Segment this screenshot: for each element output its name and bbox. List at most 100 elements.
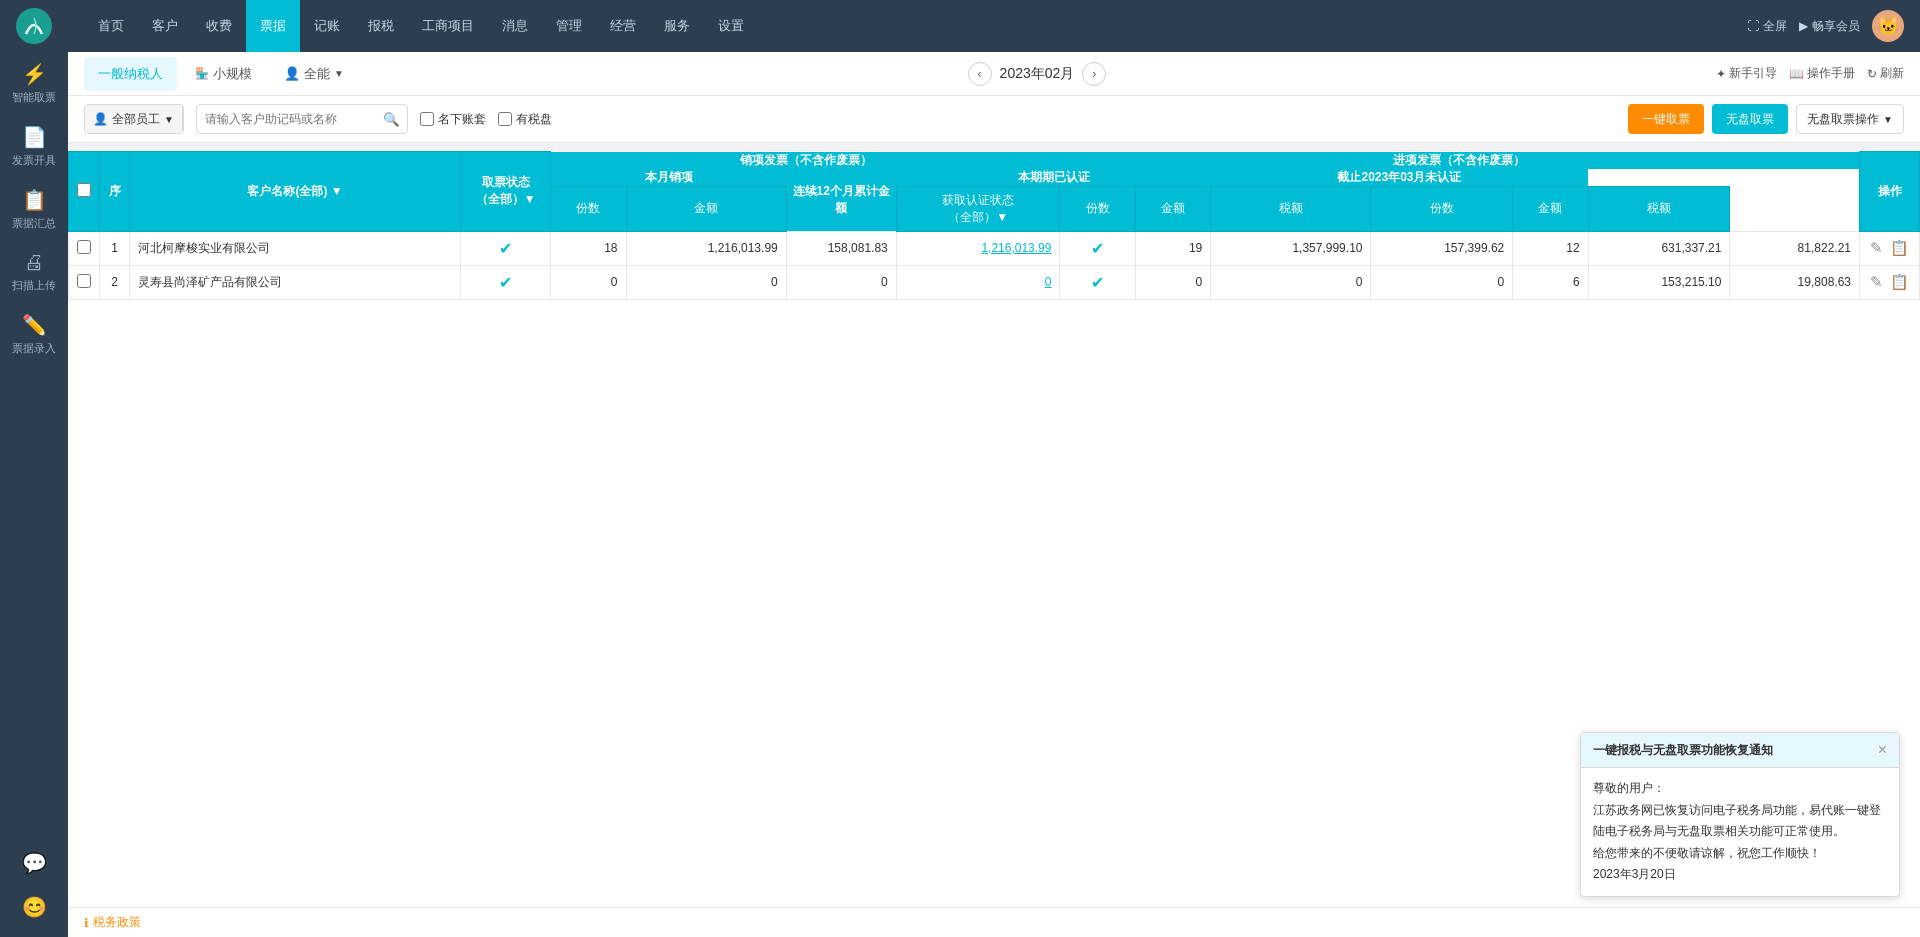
checkbox-taxpanel-input[interactable] (498, 112, 512, 126)
date-prev-btn[interactable]: ‹ (968, 62, 992, 86)
dropdown-icon: ▼ (1883, 114, 1893, 125)
tab-dropdown-icon: ▼ (334, 68, 344, 79)
row1-sales-tax: 158,081.83 (786, 231, 896, 265)
th-purchase-group: 进项发票（不含作废票） (1060, 152, 1860, 169)
th-fetch-status: 取票状态（全部）▼ (461, 152, 551, 232)
btn-yijian-quupiao[interactable]: 一键取票 (1628, 104, 1704, 134)
info-icon: ℹ (84, 916, 89, 930)
sidebar-item-scan[interactable]: 🖨 扫描上传 (0, 241, 68, 303)
employee-select-label: 👤 全部员工 ▼ (85, 105, 183, 133)
row1-seq: 1 (100, 231, 130, 265)
tax-policy-link[interactable]: ℹ 税务政策 (84, 914, 1904, 931)
sidebar-user-icon[interactable]: 😊 (16, 889, 53, 925)
th-uncert-tax: 税额 (1588, 186, 1730, 231)
row1-view-icon[interactable]: 📋 (1890, 239, 1909, 256)
row2-cumulative[interactable]: 0 (896, 265, 1060, 299)
date-next-btn[interactable]: › (1082, 62, 1106, 86)
row2-edit-icon[interactable]: ✎ (1870, 273, 1883, 290)
row2-view-icon[interactable]: 📋 (1890, 273, 1909, 290)
sidebar-chat-icon[interactable]: 💬 (16, 845, 53, 881)
th-period-tax: 税额 (1211, 186, 1371, 231)
row2-sales-amount: 0 (626, 265, 786, 299)
tab-action-refresh[interactable]: ↻ 刷新 (1867, 65, 1904, 82)
sidebar-item-invoice-open[interactable]: 📄 发票开具 (0, 115, 68, 178)
date-nav: ‹ 2023年02月 › (968, 62, 1107, 86)
th-sales-group: 销项发票（不含作废票） (551, 152, 1060, 169)
avatar-icon: 🐱 (1877, 15, 1899, 37)
sidebar-logo (0, 0, 68, 52)
nav-item-business2[interactable]: 经营 (596, 0, 650, 52)
row1-uncert-amount: 631,337.21 (1588, 231, 1730, 265)
nav-item-home[interactable]: 首页 (84, 0, 138, 52)
row1-checkbox[interactable] (69, 231, 100, 265)
checkbox-myaccount-input[interactable] (420, 112, 434, 126)
th-uncert-amount: 金额 (1513, 186, 1588, 231)
row1-fetch-status: ✔ (461, 231, 551, 265)
row1-edit-icon[interactable]: ✎ (1870, 239, 1883, 256)
nav-item-customer[interactable]: 客户 (138, 0, 192, 52)
select-all-checkbox[interactable] (77, 183, 91, 197)
notif-title: 一键报税与无盘取票功能恢复通知 (1593, 742, 1773, 759)
row1-cert-status: ✔ (1060, 231, 1135, 265)
row1-period-amount: 1,357,999.10 (1211, 231, 1371, 265)
row2-checkbox[interactable] (69, 265, 100, 299)
notif-header: 一键报税与无盘取票功能恢复通知 × (1581, 733, 1899, 768)
notif-text: 尊敬的用户： 江苏政务网已恢复访问电子税务局功能，易代账一键登陆电子税务局与无盘… (1593, 778, 1887, 886)
manual-icon: 📖 (1789, 67, 1804, 81)
nav-item-tax[interactable]: 报税 (354, 0, 408, 52)
nav-item-settings[interactable]: 设置 (704, 0, 758, 52)
th-customer-name: 客户名称(全部) ▼ (130, 152, 461, 232)
sidebar-item-entry[interactable]: ✏️ 票据录入 (0, 303, 68, 366)
nav-item-accounting[interactable]: 记账 (300, 0, 354, 52)
btn-wupan-qupiao[interactable]: 无盘取票 (1712, 104, 1788, 134)
th-cert-status: 获取认证状态（全部）▼ (896, 186, 1060, 231)
nav-item-message[interactable]: 消息 (488, 0, 542, 52)
checkbox-taxpanel[interactable]: 有税盘 (498, 111, 552, 128)
sidebar-item-summary[interactable]: 📋 票据汇总 (0, 178, 68, 241)
page-footer: ℹ 税务政策 (68, 907, 1920, 937)
sidebar-bottom: 💬 😊 (0, 845, 68, 937)
row2-sales-count: 0 (551, 265, 626, 299)
chevron-down-icon: ▼ (164, 114, 174, 125)
tab-bar: 一般纳税人 🏪 小规模 👤 全能 ▼ ‹ 2023年02月 › ✦ 新手引导 (68, 52, 1920, 96)
nav-item-manage[interactable]: 管理 (542, 0, 596, 52)
search-input[interactable] (197, 112, 377, 126)
th-period-amount: 金额 (1135, 186, 1210, 231)
nav-fullscreen[interactable]: ⛶ 全屏 (1747, 18, 1787, 35)
tab-actions: ✦ 新手引导 📖 操作手册 ↻ 刷新 (1716, 65, 1904, 82)
nav-item-fee[interactable]: 收费 (192, 0, 246, 52)
row1-uncert-count: 12 (1513, 231, 1588, 265)
small-scale-icon: 🏪 (195, 67, 209, 80)
table-row: 2 灵寿县尚泽矿产品有限公司 ✔ 0 0 0 0 ✔ 0 0 0 6 153,2… (69, 265, 1920, 299)
row1-uncert-tax: 81,822.21 (1730, 231, 1860, 265)
search-button[interactable]: 🔍 (377, 104, 407, 134)
nav-item-invoice[interactable]: 票据 (246, 0, 300, 52)
tab-action-manual[interactable]: 📖 操作手册 (1789, 65, 1855, 82)
tab-action-guide[interactable]: ✦ 新手引导 (1716, 65, 1777, 82)
row1-name: 河北柯摩梭实业有限公司 (130, 231, 461, 265)
row2-cert-status: ✔ (1060, 265, 1135, 299)
btn-operate-dropdown[interactable]: 无盘取票操作 ▼ (1796, 104, 1904, 134)
tab-small-scale[interactable]: 🏪 小规模 (181, 57, 266, 91)
person-icon: 👤 (93, 112, 108, 126)
nav-right: ⛶ 全屏 ▶ 畅享会员 🐱 (1747, 10, 1904, 42)
tab-general-taxpayer[interactable]: 一般纳税人 (84, 57, 177, 91)
summary-icon: 📋 (22, 188, 47, 212)
nav-item-business[interactable]: 工商项目 (408, 0, 488, 52)
row1-cumulative[interactable]: 1,216,013.99 (896, 231, 1060, 265)
notif-close-button[interactable]: × (1878, 741, 1887, 759)
nav-avatar[interactable]: 🐱 (1872, 10, 1904, 42)
nav-member[interactable]: ▶ 畅享会员 (1799, 18, 1860, 35)
sidebar-item-smart-fetch[interactable]: ⚡ 智能取票 (0, 52, 68, 115)
th-period-certified: 本期期已认证 (896, 169, 1211, 187)
th-uncert-count: 份数 (1371, 186, 1513, 231)
sidebar: ⚡ 智能取票 📄 发票开具 📋 票据汇总 🖨 扫描上传 ✏️ 票据录入 💬 😊 (0, 0, 68, 937)
tab-full[interactable]: 👤 全能 ▼ (270, 57, 358, 91)
row2-name: 灵寿县尚泽矿产品有限公司 (130, 265, 461, 299)
checkbox-myaccount[interactable]: 名下账套 (420, 111, 486, 128)
nav-item-service[interactable]: 服务 (650, 0, 704, 52)
employee-select[interactable]: 👤 全部员工 ▼ (84, 104, 184, 134)
th-sales-count: 份数 (551, 186, 626, 231)
member-icon: ▶ (1799, 19, 1808, 33)
th-sales-month: 本月销项 (551, 169, 787, 187)
